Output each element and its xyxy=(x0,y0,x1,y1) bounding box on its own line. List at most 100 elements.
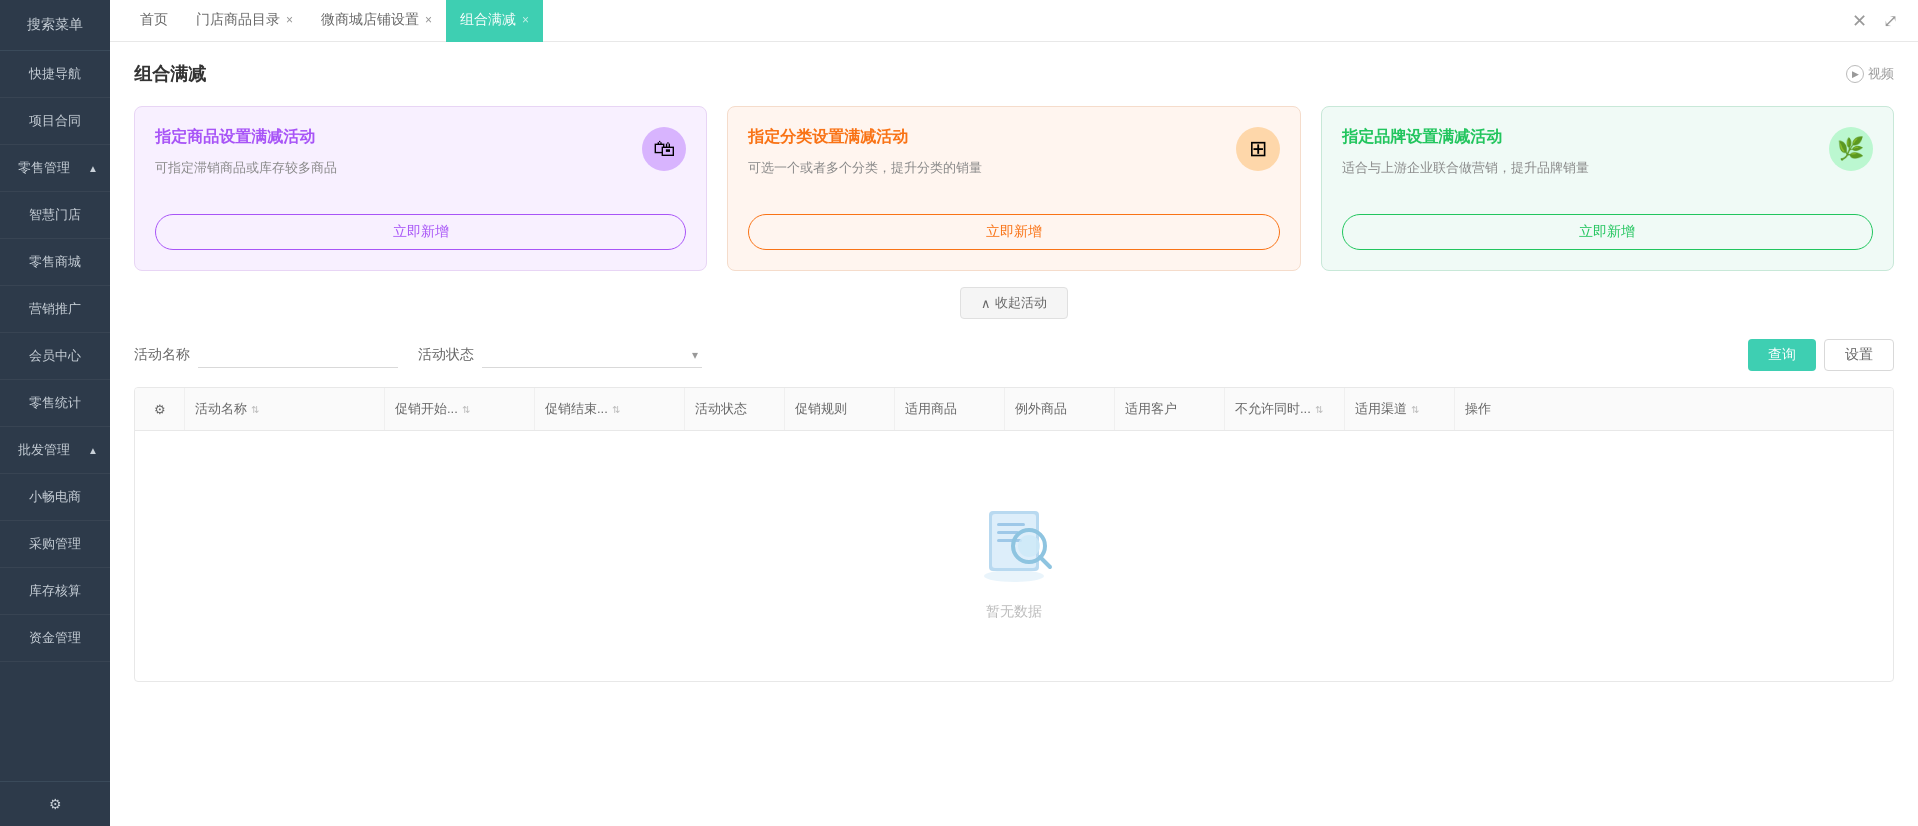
sidebar-item-label: 零售商城 xyxy=(29,253,81,271)
activity-name-filter: 活动名称 xyxy=(134,343,398,368)
empty-state: 暂无数据 xyxy=(135,431,1893,681)
chevron-up-icon: ∧ xyxy=(981,296,991,311)
card-category-title: 指定分类设置满减活动 xyxy=(748,127,1279,148)
sidebar-item-wholesale-mgmt[interactable]: 批发管理▲ xyxy=(0,427,110,474)
setting-button[interactable]: 设置 xyxy=(1824,339,1894,371)
th-rule: 促销规则 xyxy=(785,388,895,430)
tab-close-icon[interactable]: × xyxy=(522,13,529,27)
sidebar-item-label: 库存核算 xyxy=(29,582,81,600)
collapse-button[interactable]: ∧ 收起活动 xyxy=(960,287,1068,319)
sidebar-item-member-center[interactable]: 会员中心 xyxy=(0,333,110,380)
close-window-button[interactable]: ✕ xyxy=(1848,10,1871,32)
sort-icon-exclusive: ⇅ xyxy=(1315,404,1323,415)
sidebar-search[interactable]: 搜索菜单 xyxy=(0,0,110,51)
th-label-action: 操作 xyxy=(1465,400,1491,418)
th-label-gear: ⚙ xyxy=(154,402,166,417)
page-title: 组合满减 xyxy=(134,62,206,86)
th-label-start: 促销开始... xyxy=(395,400,458,418)
card-brand: 🌿指定品牌设置满减活动适合与上游企业联合做营销，提升品牌销量立即新增 xyxy=(1321,106,1894,271)
sidebar-item-xiao-ecom[interactable]: 小畅电商 xyxy=(0,474,110,521)
sort-icon-name: ⇅ xyxy=(251,404,259,415)
activity-status-select[interactable]: 进行中 已结束 未开始 xyxy=(482,343,702,368)
filter-actions: 查询 设置 xyxy=(1748,339,1894,371)
sidebar-item-label: 小畅电商 xyxy=(29,488,81,506)
activity-name-input[interactable] xyxy=(198,343,398,368)
sidebar-item-smart-store[interactable]: 智慧门店 xyxy=(0,192,110,239)
sidebar-item-label: 智慧门店 xyxy=(29,206,81,224)
sidebar: 搜索菜单 快捷导航项目合同零售管理▲ 智慧门店零售商城营销推广会员中心零售统计批发… xyxy=(0,0,110,826)
svg-point-7 xyxy=(1018,535,1040,557)
table-header: ⚙活动名称⇅促销开始...⇅促销结束...⇅活动状态促销规则适用商品例外商品适用… xyxy=(135,388,1893,431)
play-icon: ▶ xyxy=(1846,65,1864,83)
query-button[interactable]: 查询 xyxy=(1748,339,1816,371)
sidebar-item-marketing[interactable]: 营销推广 xyxy=(0,286,110,333)
filter-row: 活动名称 活动状态 进行中 已结束 未开始 ▾ 查询 设置 xyxy=(134,339,1894,371)
th-label-rule: 促销规则 xyxy=(795,400,847,418)
tab-combo-discount[interactable]: 组合满减 × xyxy=(446,0,543,42)
activity-status-select-wrap: 进行中 已结束 未开始 ▾ xyxy=(482,343,702,368)
card-product-btn[interactable]: 立即新增 xyxy=(155,214,686,250)
card-brand-title: 指定品牌设置满减活动 xyxy=(1342,127,1873,148)
sidebar-item-label: 快捷导航 xyxy=(29,65,81,83)
sidebar-item-finance[interactable]: 资金管理 xyxy=(0,615,110,662)
th-exclusive[interactable]: 不允许同时... ⇅ xyxy=(1225,388,1345,430)
th-label-customer: 适用客户 xyxy=(1125,400,1177,418)
tab-label: 微商城店铺设置 xyxy=(321,11,419,29)
sidebar-item-quick-nav[interactable]: 快捷导航 xyxy=(0,51,110,98)
th-end[interactable]: 促销结束...⇅ xyxy=(535,388,685,430)
th-channel[interactable]: 适用渠道⇅ xyxy=(1345,388,1455,430)
sidebar-item-label: 零售统计 xyxy=(29,394,81,412)
th-gear: ⚙ xyxy=(135,388,185,430)
tab-bar: 首页 门店商品目录 × 微商城店铺设置 × 组合满减 × ✕ ⤢ xyxy=(110,0,1918,42)
tab-home[interactable]: 首页 xyxy=(126,0,182,42)
th-start[interactable]: 促销开始... ⇅ xyxy=(385,388,535,430)
card-category-btn[interactable]: 立即新增 xyxy=(748,214,1279,250)
th-label-end: 促销结束... xyxy=(545,400,608,418)
sidebar-item-retail-stats[interactable]: 零售统计 xyxy=(0,380,110,427)
sidebar-item-label: 会员中心 xyxy=(29,347,81,365)
th-label-status: 活动状态 xyxy=(695,400,747,418)
activity-status-filter: 活动状态 进行中 已结束 未开始 ▾ xyxy=(418,343,702,368)
th-customer: 适用客户 xyxy=(1115,388,1225,430)
th-name[interactable]: 活动名称 ⇅ xyxy=(185,388,385,430)
tab-label: 组合满减 xyxy=(460,11,516,29)
collapse-row: ∧ 收起活动 xyxy=(134,287,1894,319)
sort-icon-start: ⇅ xyxy=(462,404,470,415)
card-product: 🛍指定商品设置满减活动可指定滞销商品或库存较多商品立即新增 xyxy=(134,106,707,271)
activity-name-label: 活动名称 xyxy=(134,346,190,364)
sidebar-item-label: 项目合同 xyxy=(29,112,81,130)
th-action: 操作 xyxy=(1455,388,1893,430)
th-label-name: 活动名称 xyxy=(195,400,247,418)
sidebar-settings[interactable]: ⚙ xyxy=(0,781,110,826)
tab-label: 门店商品目录 xyxy=(196,11,280,29)
sidebar-item-retail-mgmt[interactable]: 零售管理▲ xyxy=(0,145,110,192)
data-table: ⚙活动名称⇅促销开始...⇅促销结束...⇅活动状态促销规则适用商品例外商品适用… xyxy=(134,387,1894,682)
video-link[interactable]: ▶ 视频 xyxy=(1846,65,1894,83)
gear-icon: ⚙ xyxy=(49,796,62,812)
card-brand-btn[interactable]: 立即新增 xyxy=(1342,214,1873,250)
card-brand-desc: 适合与上游企业联合做营销，提升品牌销量 xyxy=(1342,158,1873,194)
th-label-channel: 适用渠道 xyxy=(1355,400,1407,418)
th-except: 例外商品 xyxy=(1005,388,1115,430)
svg-line-8 xyxy=(1040,557,1050,567)
maximize-window-button[interactable]: ⤢ xyxy=(1879,10,1902,32)
tab-bar-actions: ✕ ⤢ xyxy=(1848,10,1902,32)
card-product-desc: 可指定滞销商品或库存较多商品 xyxy=(155,158,686,194)
sidebar-item-project-contract[interactable]: 项目合同 xyxy=(0,98,110,145)
sidebar-item-purchase-mgmt[interactable]: 采购管理 xyxy=(0,521,110,568)
tab-micro-store-settings[interactable]: 微商城店铺设置 × xyxy=(307,0,446,42)
tab-store-catalog[interactable]: 门店商品目录 × xyxy=(182,0,307,42)
th-goods: 适用商品 xyxy=(895,388,1005,430)
sidebar-item-retail-mall[interactable]: 零售商城 xyxy=(0,239,110,286)
svg-rect-5 xyxy=(997,539,1022,542)
tab-close-icon[interactable]: × xyxy=(425,13,432,27)
th-label-exclusive: 不允许同时... xyxy=(1235,400,1311,418)
tab-close-icon[interactable]: × xyxy=(286,13,293,27)
sidebar-item-label: 采购管理 xyxy=(29,535,81,553)
th-label-except: 例外商品 xyxy=(1015,400,1067,418)
tab-label: 首页 xyxy=(140,11,168,29)
main-area: 首页 门店商品目录 × 微商城店铺设置 × 组合满减 × ✕ ⤢ 组合满减 ▶ 视频 🛍指定… xyxy=(110,0,1918,826)
page-title-row: 组合满减 ▶ 视频 xyxy=(134,62,1894,86)
sidebar-item-inventory[interactable]: 库存核算 xyxy=(0,568,110,615)
sidebar-item-label: 零售管理 xyxy=(18,159,70,177)
